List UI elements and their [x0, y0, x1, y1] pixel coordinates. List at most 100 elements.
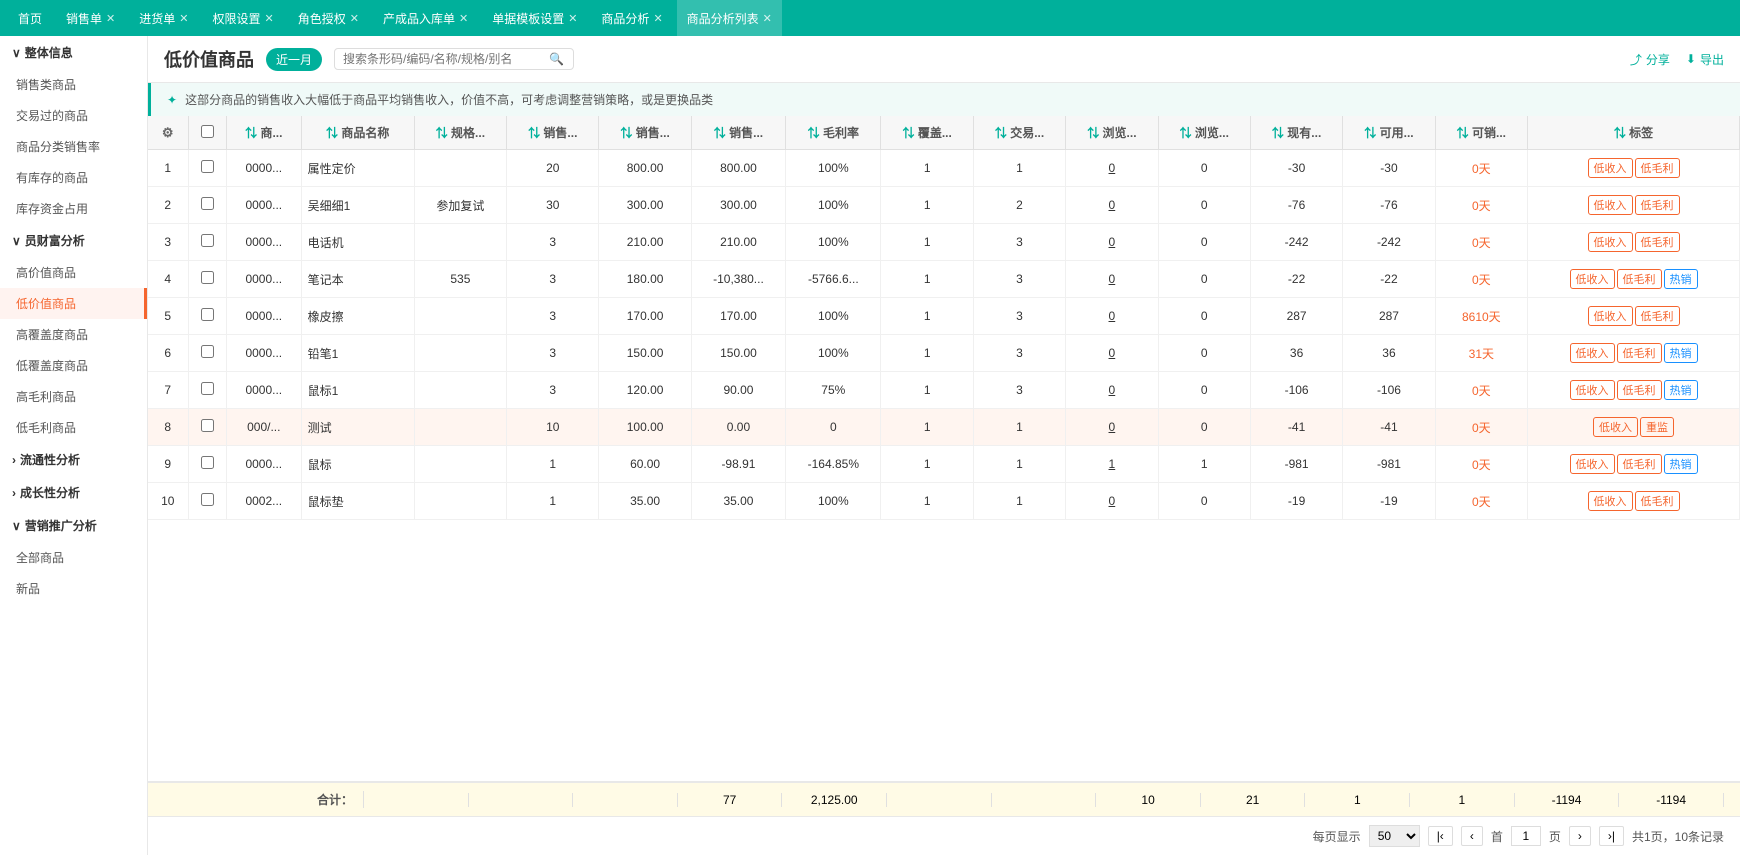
sidebar-section-marketing[interactable]: ∨ 营销推广分析	[0, 509, 147, 542]
browse1-link[interactable]: 0	[1109, 235, 1116, 249]
cell-browse1[interactable]: 0	[1066, 298, 1158, 335]
sort-icon[interactable]: ⇅	[245, 126, 257, 140]
nav-purchase-close[interactable]: ✕	[179, 12, 188, 25]
sidebar-section-general[interactable]: ∨ 整体信息	[0, 36, 147, 69]
row-checkbox[interactable]	[201, 234, 214, 247]
row-checkbox[interactable]	[201, 493, 214, 506]
cell-browse1[interactable]: 0	[1066, 261, 1158, 298]
cell-checkbox[interactable]	[188, 261, 227, 298]
sidebar-item-high-coverage[interactable]: 高覆盖度商品	[0, 319, 147, 350]
sort-icon6[interactable]: ⇅	[714, 126, 726, 140]
sidebar-item-stock-capital[interactable]: 库存资金占用	[0, 193, 147, 224]
cell-checkbox[interactable]	[188, 409, 227, 446]
row-checkbox[interactable]	[201, 308, 214, 321]
nav-purchase[interactable]: 进货单 ✕	[129, 0, 198, 36]
search-input[interactable]	[343, 52, 543, 66]
browse1-link[interactable]: 0	[1109, 309, 1116, 323]
cell-browse1[interactable]: 0	[1066, 150, 1158, 187]
nav-product-analysis-list[interactable]: 商品分析列表 ✕	[677, 0, 782, 36]
select-all-checkbox[interactable]	[201, 125, 214, 138]
row-checkbox[interactable]	[201, 197, 214, 210]
sidebar-section-flow[interactable]: › 流通性分析	[0, 443, 147, 476]
browse1-link[interactable]: 0	[1109, 420, 1116, 434]
nav-product-warehouse[interactable]: 产成品入库单 ✕	[373, 0, 478, 36]
nav-product-analysis[interactable]: 商品分析 ✕	[591, 0, 672, 36]
cell-checkbox[interactable]	[188, 298, 227, 335]
sort-icon5[interactable]: ⇅	[620, 126, 632, 140]
nav-template[interactable]: 单据模板设置 ✕	[482, 0, 587, 36]
sidebar-section-growth[interactable]: › 成长性分析	[0, 476, 147, 509]
cell-checkbox[interactable]	[188, 224, 227, 261]
cell-browse1[interactable]: 0	[1066, 187, 1158, 224]
sidebar-item-stocked-products[interactable]: 有库存的商品	[0, 162, 147, 193]
row-checkbox[interactable]	[201, 419, 214, 432]
col-settings[interactable]: ⚙	[148, 116, 188, 150]
sort-icon10[interactable]: ⇅	[1087, 126, 1099, 140]
export-button[interactable]: ⬇ 导出	[1686, 51, 1724, 68]
browse1-link[interactable]: 0	[1109, 198, 1116, 212]
cell-checkbox[interactable]	[188, 335, 227, 372]
sort-icon4[interactable]: ⇅	[528, 126, 540, 140]
nav-sales-close[interactable]: ✕	[106, 12, 115, 25]
row-checkbox[interactable]	[201, 382, 214, 395]
browse1-link[interactable]: 0	[1109, 161, 1116, 175]
cell-browse1[interactable]: 0	[1066, 335, 1158, 372]
nav-role-close[interactable]: ✕	[350, 12, 359, 25]
nav-home[interactable]: 首页	[8, 0, 52, 36]
row-checkbox[interactable]	[201, 271, 214, 284]
nav-product-warehouse-close[interactable]: ✕	[459, 12, 468, 25]
sidebar-section-employee-wealth[interactable]: ∨ 员财富分析	[0, 224, 147, 257]
col-checkbox[interactable]	[188, 116, 227, 150]
cell-checkbox[interactable]	[188, 446, 227, 483]
sidebar-item-all-products[interactable]: 全部商品	[0, 542, 147, 573]
sidebar-item-new-products[interactable]: 新品	[0, 573, 147, 604]
sort-icon3[interactable]: ⇅	[436, 126, 448, 140]
row-checkbox[interactable]	[201, 456, 214, 469]
cell-browse1[interactable]: 0	[1066, 224, 1158, 261]
cell-browse1[interactable]: 1	[1066, 446, 1158, 483]
sidebar-item-low-coverage[interactable]: 低覆盖度商品	[0, 350, 147, 381]
sidebar-item-low-value[interactable]: 低价值商品	[0, 288, 147, 319]
sort-icon8[interactable]: ⇅	[902, 126, 914, 140]
row-checkbox[interactable]	[201, 160, 214, 173]
next-page-button[interactable]: ›	[1569, 826, 1591, 846]
cell-browse1[interactable]: 0	[1066, 483, 1158, 520]
share-button[interactable]: ⤴ 分享	[1630, 51, 1670, 68]
browse1-link[interactable]: 0	[1109, 272, 1116, 286]
sidebar-item-low-gross[interactable]: 低毛利商品	[0, 412, 147, 443]
page-input[interactable]	[1511, 826, 1541, 846]
settings-icon[interactable]: ⚙	[162, 125, 174, 140]
sort-icon11[interactable]: ⇅	[1180, 126, 1192, 140]
nav-permission-close[interactable]: ✕	[265, 12, 274, 25]
sort-icon7[interactable]: ⇅	[808, 126, 820, 140]
first-page-button[interactable]: |‹	[1428, 826, 1453, 846]
sidebar-item-sales-products[interactable]: 销售类商品	[0, 69, 147, 100]
sidebar-item-high-value[interactable]: 高价值商品	[0, 257, 147, 288]
browse1-link[interactable]: 0	[1109, 494, 1116, 508]
nav-template-close[interactable]: ✕	[568, 12, 577, 25]
cell-checkbox[interactable]	[188, 483, 227, 520]
period-button[interactable]: 近一月	[266, 48, 322, 71]
nav-product-analysis-close[interactable]: ✕	[653, 12, 662, 25]
row-checkbox[interactable]	[201, 345, 214, 358]
cell-checkbox[interactable]	[188, 372, 227, 409]
per-page-select[interactable]: 50 100 200	[1369, 825, 1420, 847]
sort-icon14[interactable]: ⇅	[1457, 126, 1469, 140]
prev-page-button[interactable]: ‹	[1461, 826, 1483, 846]
browse1-link[interactable]: 0	[1109, 383, 1116, 397]
nav-product-analysis-list-close[interactable]: ✕	[763, 12, 772, 25]
sort-icon12[interactable]: ⇅	[1272, 126, 1284, 140]
browse1-link[interactable]: 1	[1109, 457, 1116, 471]
nav-role[interactable]: 角色授权 ✕	[288, 0, 369, 36]
cell-checkbox[interactable]	[188, 187, 227, 224]
nav-permission[interactable]: 权限设置 ✕	[202, 0, 283, 36]
browse1-link[interactable]: 0	[1109, 346, 1116, 360]
cell-checkbox[interactable]	[188, 150, 227, 187]
sidebar-item-category-sales-rate[interactable]: 商品分类销售率	[0, 131, 147, 162]
sort-icon2[interactable]: ⇅	[326, 126, 338, 140]
sidebar-item-traded-products[interactable]: 交易过的商品	[0, 100, 147, 131]
sort-icon15[interactable]: ⇅	[1614, 126, 1626, 140]
last-page-button[interactable]: ›|	[1599, 826, 1624, 846]
sort-icon9[interactable]: ⇅	[995, 126, 1007, 140]
sidebar-item-high-gross[interactable]: 高毛利商品	[0, 381, 147, 412]
